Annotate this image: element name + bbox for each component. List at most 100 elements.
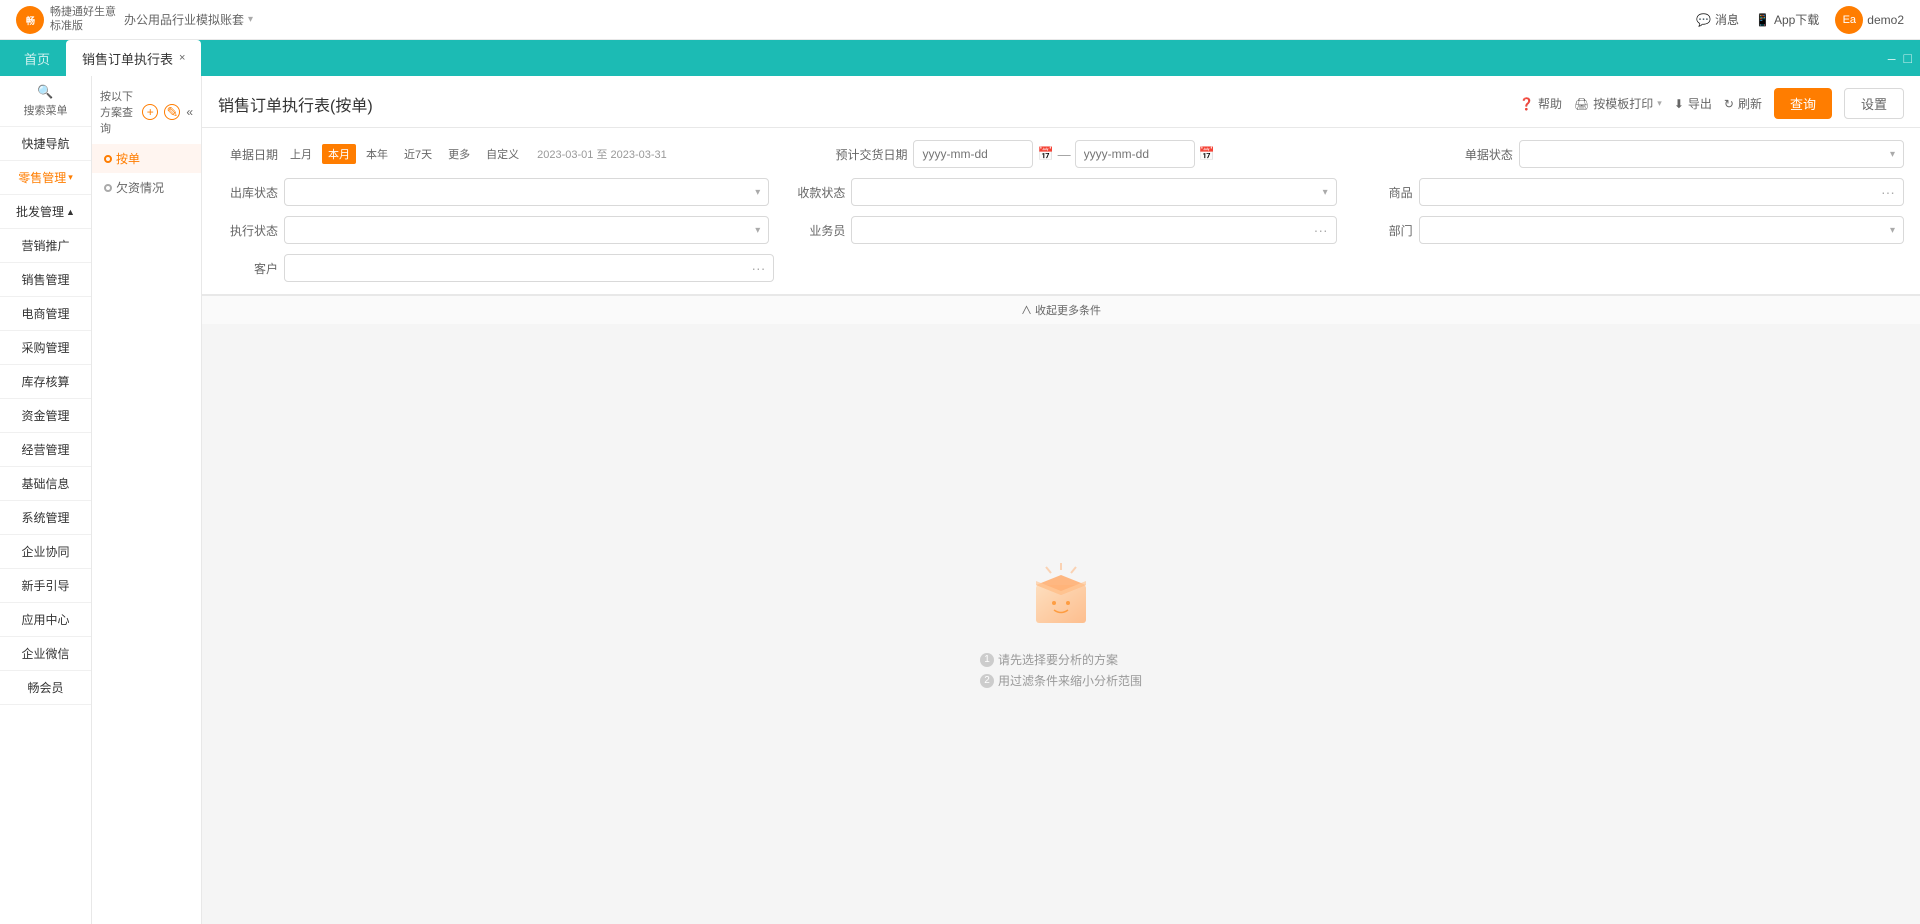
add-scheme-icon[interactable]: + xyxy=(142,104,158,120)
sidebar-item-appcenter[interactable]: 应用中心 xyxy=(0,603,91,637)
sidebar-item-operations[interactable]: 经营管理 xyxy=(0,433,91,467)
tip-num-2: 2 xyxy=(980,674,994,688)
expected-date-label: 预计交货日期 xyxy=(835,146,907,163)
date-range-tabs: 上月 本月 本年 近7天 更多 自定义 xyxy=(284,144,525,164)
sidebar-item-wechat[interactable]: 企业微信 xyxy=(0,637,91,671)
sidebar-item-guide[interactable]: 新手引导 xyxy=(0,569,91,603)
sidebar-item-collab[interactable]: 企业协同 xyxy=(0,535,91,569)
calendar-from-icon[interactable]: 📅 xyxy=(1037,146,1053,162)
scheme-item-by-order[interactable]: 按单 xyxy=(92,144,201,173)
sidebar-item-finance[interactable]: 资金管理 xyxy=(0,399,91,433)
customer-label: 客户 xyxy=(218,260,278,277)
filter-expected-date: 预计交货日期 📅 — 📅 xyxy=(835,140,1436,168)
empty-tips-list: 1 请先选择要分析的方案 2 用过滤条件来缩小分析范围 xyxy=(980,651,1142,693)
date-tab-lastmonth[interactable]: 上月 xyxy=(284,144,318,164)
collapse-panel-icon[interactable]: « xyxy=(186,105,193,119)
message-button[interactable]: 💬 消息 xyxy=(1696,11,1739,28)
salesperson-label: 业务员 xyxy=(785,222,845,239)
app-download-button[interactable]: 📱 App下载 xyxy=(1755,11,1819,28)
goods-more-icon[interactable]: ··· xyxy=(1881,184,1895,200)
salesperson-select[interactable]: ··· xyxy=(851,216,1336,244)
goods-label: 商品 xyxy=(1353,184,1413,201)
page-header: 销售订单执行表(按单) ❓ 帮助 🖨 按模板打印 ▾ ⬇ xyxy=(202,76,1920,128)
header-right: 💬 消息 📱 App下载 Ea demo2 xyxy=(1696,6,1904,34)
filter-goods: 商品 ··· xyxy=(1353,178,1904,206)
window-maximize-icon[interactable]: □ xyxy=(1904,50,1912,66)
sidebar-item-inventory[interactable]: 库存核算 xyxy=(0,365,91,399)
export-button[interactable]: ⬇ 导出 xyxy=(1674,95,1712,112)
sidebar-item-wholesale[interactable]: 批发管理 ▲ xyxy=(0,195,91,229)
salesperson-more-icon[interactable]: ··· xyxy=(1314,222,1328,238)
filter-date: 单据日期 上月 本月 本年 近7天 更多 自定义 20 xyxy=(218,144,819,164)
dept-select[interactable]: ▾ xyxy=(1419,216,1904,244)
filter-row-1: 单据日期 上月 本月 本年 近7天 更多 自定义 20 xyxy=(218,140,1904,168)
left-panel-header: 按以下方案查询 + ✎ « xyxy=(92,84,201,144)
sidebar-quick-nav[interactable]: 快捷导航 xyxy=(0,127,91,161)
edit-scheme-icon[interactable]: ✎ xyxy=(164,104,180,120)
collapse-icon: ∧ xyxy=(1021,305,1032,317)
search-button[interactable]: 查询 xyxy=(1774,88,1832,119)
exec-status-arrow-icon: ▾ xyxy=(755,225,760,236)
right-content: 销售订单执行表(按单) ❓ 帮助 🖨 按模板打印 ▾ ⬇ xyxy=(202,76,1920,924)
sidebar-item-basicinfo[interactable]: 基础信息 xyxy=(0,467,91,501)
expected-date-from-input[interactable] xyxy=(913,140,1033,168)
scheme-dot xyxy=(104,184,112,192)
filter-collect-status: 收款状态 ▾ xyxy=(785,178,1336,206)
filter-area: 单据日期 上月 本月 本年 近7天 更多 自定义 20 xyxy=(202,128,1920,295)
breadcrumb[interactable]: 办公用品行业模拟账套 ▾ xyxy=(124,11,253,28)
refresh-button[interactable]: ↻ 刷新 xyxy=(1724,95,1762,112)
sidebar-item-ecommerce[interactable]: 电商管理 xyxy=(0,297,91,331)
out-status-select[interactable]: ▾ xyxy=(284,178,769,206)
goods-select[interactable]: ··· xyxy=(1419,178,1904,206)
scheme-item-debt[interactable]: 欠资情况 xyxy=(92,173,201,202)
settings-button[interactable]: 设置 xyxy=(1844,88,1904,119)
tab-bar: 首页 销售订单执行表 × – □ xyxy=(0,40,1920,76)
date-tab-7days[interactable]: 近7天 xyxy=(398,144,438,164)
empty-tip-1: 1 请先选择要分析的方案 xyxy=(980,651,1142,668)
sidebar-search[interactable]: 🔍 搜索菜单 xyxy=(0,76,91,127)
date-tab-custom[interactable]: 自定义 xyxy=(480,144,525,164)
user-avatar: Ea xyxy=(1835,6,1863,34)
expected-date-to-input[interactable] xyxy=(1075,140,1195,168)
tab-close-icon[interactable]: × xyxy=(179,52,185,64)
calendar-to-icon[interactable]: 📅 xyxy=(1199,146,1215,162)
filter-customer: 客户 ··· xyxy=(218,254,774,282)
date-tab-thisyear[interactable]: 本年 xyxy=(360,144,394,164)
logo-area: 畅 畅捷通好生意 标准版 xyxy=(16,6,116,34)
collapse-bar[interactable]: ∧ 收起更多条件 xyxy=(202,295,1920,324)
date-tab-thismonth[interactable]: 本月 xyxy=(322,144,356,164)
window-minimize-icon[interactable]: – xyxy=(1888,50,1896,66)
sidebar-item-sales[interactable]: 销售管理 xyxy=(0,263,91,297)
doc-status-arrow-icon: ▾ xyxy=(1890,149,1895,160)
print-button[interactable]: 🖨 按模板打印 ▾ xyxy=(1574,95,1662,112)
page-actions: ❓ 帮助 🖨 按模板打印 ▾ ⬇ 导出 ↻ xyxy=(1519,88,1904,119)
date-tab-more[interactable]: 更多 xyxy=(442,144,476,164)
filter-dept: 部门 ▾ xyxy=(1353,216,1904,244)
dept-arrow-icon: ▾ xyxy=(1890,225,1895,236)
exec-status-select[interactable]: ▾ xyxy=(284,216,769,244)
date-filter-control: 上月 本月 本年 近7天 更多 自定义 2023-03-01 至 2023-03… xyxy=(284,144,667,164)
chevron-down-icon: ▾ xyxy=(68,172,73,183)
sidebar-item-system[interactable]: 系统管理 xyxy=(0,501,91,535)
sidebar-item-marketing[interactable]: 营销推广 xyxy=(0,229,91,263)
tab-sales-order-execution[interactable]: 销售订单执行表 × xyxy=(66,40,201,76)
print-icon: 🖨 xyxy=(1574,97,1589,111)
empty-state: 1 请先选择要分析的方案 2 用过滤条件来缩小分析范围 xyxy=(202,324,1920,924)
sidebar-item-retail[interactable]: 零售管理 ▾ xyxy=(0,161,91,195)
search-icon: 🔍 xyxy=(37,84,53,100)
breadcrumb-text: 办公用品行业模拟账套 xyxy=(124,11,244,28)
date-label: 单据日期 xyxy=(218,146,278,163)
tab-home[interactable]: 首页 xyxy=(8,40,66,76)
doc-status-select[interactable]: ▾ xyxy=(1519,140,1904,168)
help-button[interactable]: ❓ 帮助 xyxy=(1519,95,1562,112)
refresh-icon: ↻ xyxy=(1724,97,1734,111)
sidebar-item-purchase[interactable]: 采购管理 xyxy=(0,331,91,365)
print-arrow-icon: ▾ xyxy=(1657,98,1662,109)
customer-select[interactable]: ··· xyxy=(284,254,774,282)
out-status-label: 出库状态 xyxy=(218,184,278,201)
sidebar-item-member[interactable]: 畅会员 xyxy=(0,671,91,705)
left-panel: 按以下方案查询 + ✎ « 按单 欠资情况 xyxy=(92,76,202,924)
collect-status-select[interactable]: ▾ xyxy=(851,178,1336,206)
customer-more-icon[interactable]: ··· xyxy=(751,260,765,276)
user-menu[interactable]: Ea demo2 xyxy=(1835,6,1904,34)
